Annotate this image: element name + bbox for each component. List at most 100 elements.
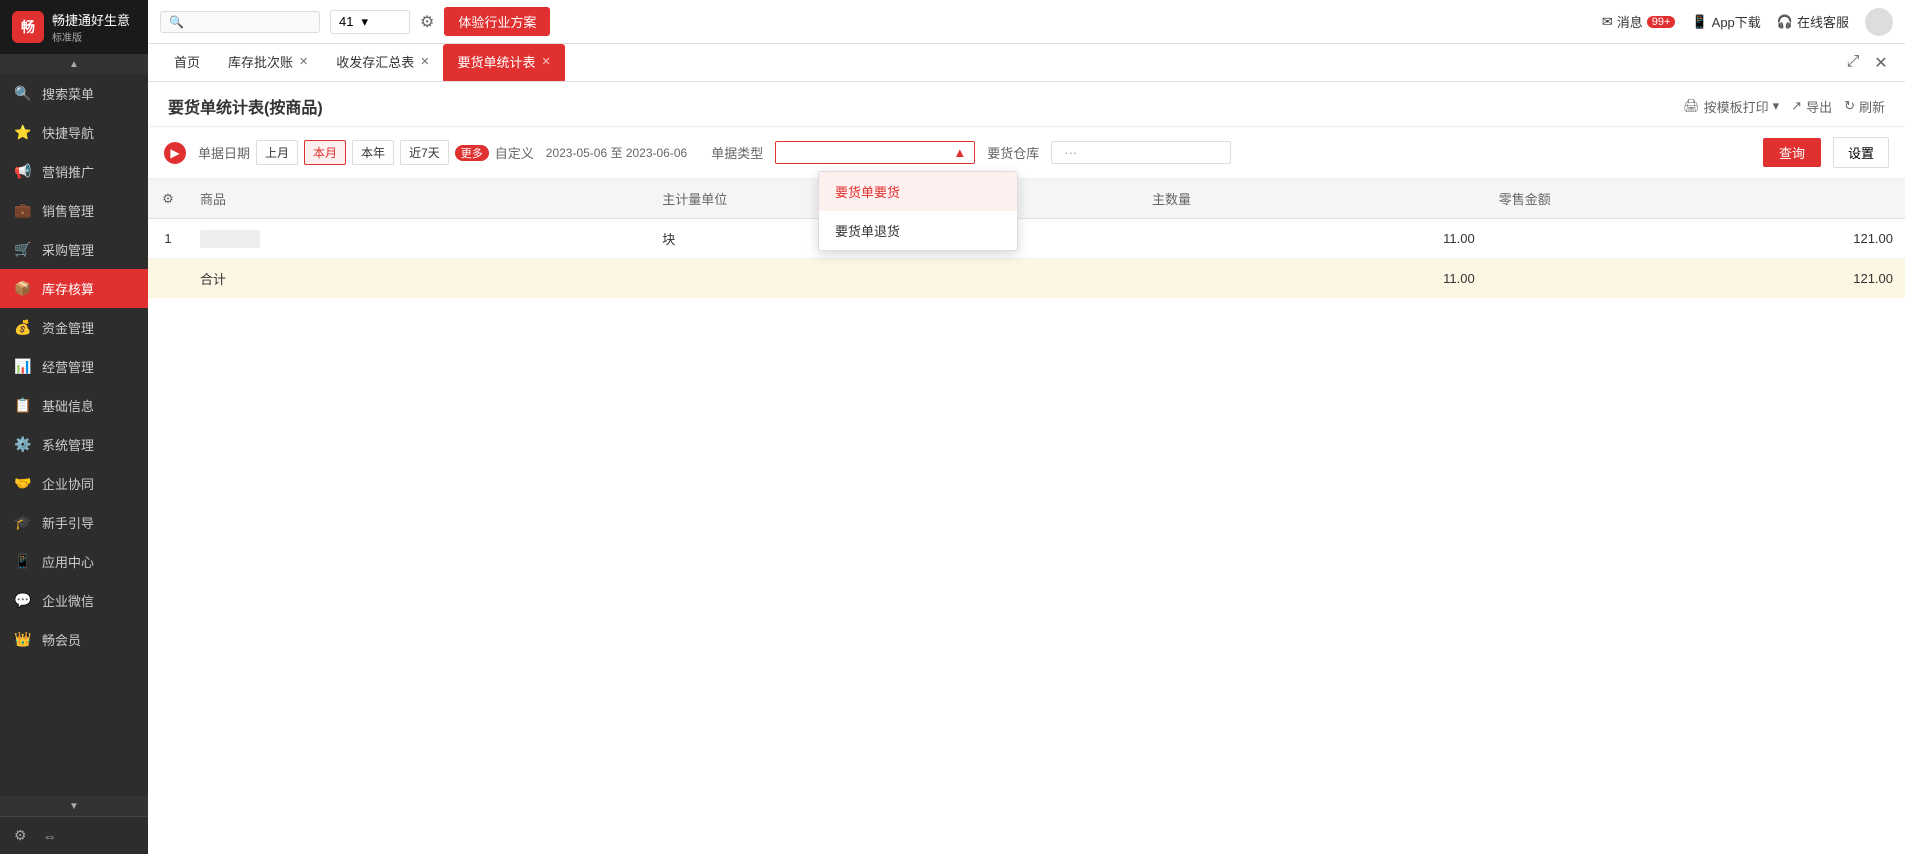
total-quantity: 11.00 — [1140, 259, 1487, 299]
messages-btn[interactable]: ✉ 消息 99+ — [1602, 12, 1676, 31]
page-inner: 要货单统计表(按商品) 🖨 按模板打印 ▾ ↗ 导出 ↻ 刷新 — [148, 82, 1905, 854]
tabs-controls: ⤢ ✕ — [1841, 53, 1893, 73]
industry-btn[interactable]: 体验行业方案 — [444, 7, 550, 36]
sidebar-nav: 🔍搜索菜单⭐快捷导航📢营销推广💼销售管理🛒采购管理📦库存核算💰资金管理📊经营管理… — [0, 74, 148, 796]
sidebar: 畅 畅捷通好生意 标准版 ▲ 🔍搜索菜单⭐快捷导航📢营销推广💼销售管理🛒采购管理… — [0, 0, 148, 854]
filter-bar: ▶ 单据日期 上月 本月 本年 近7天 更多 自定义 2023-05-06 至 … — [148, 127, 1905, 179]
total-label: 合计 — [188, 259, 650, 299]
close-tab-inventory-batch[interactable]: ✕ — [299, 55, 308, 68]
tab-home[interactable]: 首页 — [160, 44, 214, 81]
operations-icon: 📊 — [14, 358, 32, 375]
tabs-expand-icon[interactable]: ⤢ — [1841, 53, 1865, 73]
settings-icon[interactable]: ⚙ — [14, 827, 27, 844]
refresh-btn[interactable]: ↻ 刷新 — [1844, 97, 1885, 116]
cooperation-icon: 🤝 — [14, 475, 32, 492]
chevron-print-icon: ▾ — [1773, 98, 1780, 114]
sidebar-item-search-menu[interactable]: 🔍搜索菜单 — [0, 74, 148, 113]
page-title: 要货单统计表(按商品) — [168, 94, 323, 118]
date-this-year-btn[interactable]: 本年 — [352, 140, 394, 165]
tab-counter[interactable]: 41 ▾ — [330, 10, 410, 34]
tab-order-stats[interactable]: 要货单统计表 ✕ — [443, 44, 564, 81]
warehouse-more-icon[interactable]: ··· — [1064, 145, 1077, 160]
dropdown-item-order-goods[interactable]: 要货单要货 — [819, 172, 1017, 211]
print-icon: 🖨 — [1683, 98, 1700, 114]
print-btn[interactable]: 🖨 按模板打印 ▾ — [1683, 97, 1779, 116]
guide-icon: 🎓 — [14, 514, 32, 531]
sidebar-item-weixin[interactable]: 💬企业微信 — [0, 581, 148, 620]
sidebar-item-operations[interactable]: 📊经营管理 — [0, 347, 148, 386]
message-badge: 99+ — [1647, 16, 1676, 28]
appstore-icon: 📱 — [14, 553, 32, 570]
type-selector[interactable]: ▲ — [775, 141, 975, 164]
date-7days-btn[interactable]: 近7天 — [400, 140, 449, 165]
tab-receipt-summary[interactable]: 收发存汇总表 ✕ — [322, 44, 443, 81]
product-placeholder — [200, 230, 260, 248]
table-header-row: ⚙ 商品 主计量单位 主数量 零售金额 — [148, 179, 1905, 219]
query-btn[interactable]: 查询 — [1763, 138, 1821, 167]
inventory-icon: 📦 — [14, 280, 32, 297]
quick-nav-icon: ⭐ — [14, 124, 32, 141]
table-area: ⚙ 商品 主计量单位 主数量 零售金额 1 — [148, 179, 1905, 854]
cell-amount: 121.00 — [1487, 219, 1905, 259]
col-amount: 零售金额 — [1487, 179, 1905, 219]
cell-quantity: 11.00 — [1140, 219, 1487, 259]
date-last-month-btn[interactable]: 上月 — [256, 140, 298, 165]
sidebar-scroll-down[interactable]: ▼ — [0, 796, 148, 816]
online-service-btn[interactable]: 🎧 在线客服 — [1777, 12, 1849, 31]
date-range-text: 2023-05-06 至 2023-06-06 — [546, 144, 687, 161]
search-menu-input[interactable]: 🔍 — [160, 11, 320, 33]
page-actions: 🖨 按模板打印 ▾ ↗ 导出 ↻ 刷新 — [1683, 97, 1885, 116]
type-dropdown: 要货单要货 要货单退货 — [818, 171, 1018, 251]
topbar-left: 🔍 41 ▾ ⚙ 体验行业方案 — [160, 7, 550, 36]
warehouse-field[interactable]: ··· — [1051, 141, 1231, 164]
dropdown-item-order-return[interactable]: 要货单退货 — [819, 211, 1017, 250]
sidebar-item-quick-nav[interactable]: ⭐快捷导航 — [0, 113, 148, 152]
main-area: 🔍 41 ▾ ⚙ 体验行业方案 ✉ 消息 99+ 📱 App下载 🎧 在线客 — [148, 0, 1905, 854]
finance-icon: 💰 — [14, 319, 32, 336]
close-tab-receipt-summary[interactable]: ✕ — [420, 55, 429, 68]
marketing-icon: 📢 — [14, 163, 32, 180]
close-tab-order-stats[interactable]: ✕ — [542, 55, 551, 68]
sidebar-footer: ⚙ ⇔ — [0, 816, 148, 854]
sidebar-item-inventory[interactable]: 📦库存核算 — [0, 269, 148, 308]
sidebar-item-finance[interactable]: 💰资金管理 — [0, 308, 148, 347]
sidebar-item-appstore[interactable]: 📱应用中心 — [0, 542, 148, 581]
filter-expand-btn[interactable]: ▶ — [164, 142, 186, 164]
tab-inventory-batch[interactable]: 库存批次账 ✕ — [214, 44, 322, 81]
date-this-month-btn[interactable]: 本月 — [304, 140, 346, 165]
total-amount: 121.00 — [1487, 259, 1905, 299]
column-settings-icon[interactable]: ⚙ — [162, 191, 174, 206]
sidebar-item-cooperation[interactable]: 🤝企业协同 — [0, 464, 148, 503]
page-content: 要货单统计表(按商品) 🖨 按模板打印 ▾ ↗ 导出 ↻ 刷新 — [148, 82, 1905, 854]
phone-icon: 📱 — [1691, 14, 1707, 30]
sidebar-item-member[interactable]: 👑畅会员 — [0, 620, 148, 659]
table-row: 1 块 11.00 121.00 — [148, 219, 1905, 259]
topbar: 🔍 41 ▾ ⚙ 体验行业方案 ✉ 消息 99+ 📱 App下载 🎧 在线客 — [148, 0, 1905, 44]
sidebar-item-marketing[interactable]: 📢营销推广 — [0, 152, 148, 191]
topbar-gear-icon[interactable]: ⚙ — [420, 12, 434, 32]
sidebar-item-purchase[interactable]: 🛒采购管理 — [0, 230, 148, 269]
user-avatar[interactable] — [1865, 8, 1893, 36]
sidebar-scroll-up[interactable]: ▲ — [0, 54, 148, 74]
app-download-btn[interactable]: 📱 App下载 — [1691, 12, 1760, 31]
tabs-more-icon[interactable]: ✕ — [1869, 53, 1893, 73]
data-table: ⚙ 商品 主计量单位 主数量 零售金额 1 — [148, 179, 1905, 298]
sidebar-item-basic[interactable]: 📋基础信息 — [0, 386, 148, 425]
sidebar-item-sales[interactable]: 💼销售管理 — [0, 191, 148, 230]
sidebar-item-system[interactable]: ⚙️系统管理 — [0, 425, 148, 464]
total-empty-2 — [650, 259, 1140, 299]
weixin-icon: 💬 — [14, 592, 32, 609]
tab-count: 41 — [339, 14, 353, 29]
filter-settings-btn[interactable]: 设置 — [1833, 137, 1889, 168]
custom-date-btn[interactable]: 自定义 — [495, 143, 534, 162]
topbar-right: ✉ 消息 99+ 📱 App下载 🎧 在线客服 — [1602, 8, 1893, 36]
export-btn[interactable]: ↗ 导出 — [1791, 97, 1832, 116]
collapse-icon[interactable]: ⇔ — [43, 828, 57, 844]
sidebar-item-guide[interactable]: 🎓新手引导 — [0, 503, 148, 542]
search-menu-icon: 🔍 — [14, 85, 32, 102]
cell-index: 1 — [148, 219, 188, 259]
sales-icon: 💼 — [14, 202, 32, 219]
chevron-down-icon: ▾ — [361, 14, 368, 30]
col-product: 商品 — [188, 179, 650, 219]
date-more-badge[interactable]: 更多 — [455, 145, 489, 161]
